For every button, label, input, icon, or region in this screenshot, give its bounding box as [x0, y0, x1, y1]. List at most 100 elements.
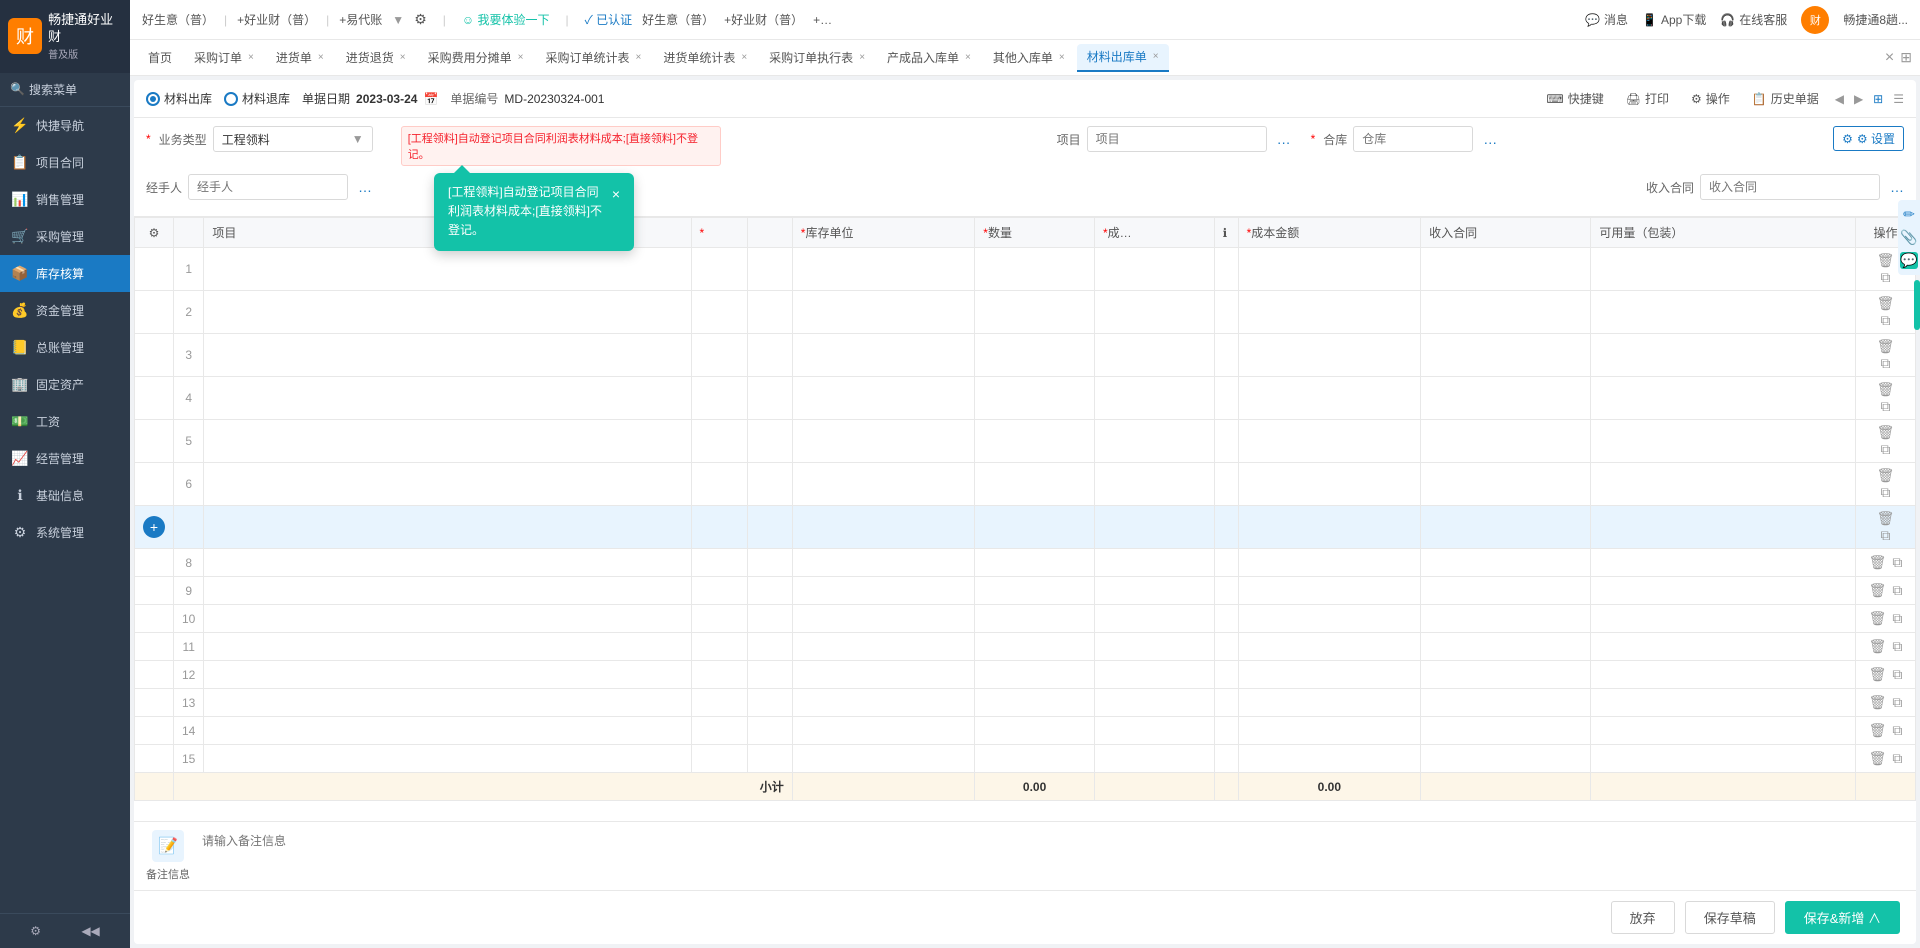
save-draft-button[interactable]: 保存草稿: [1685, 901, 1775, 934]
topbar-more[interactable]: +…: [813, 13, 832, 27]
topbar-link-goodbiz2[interactable]: 好生意（普）: [642, 11, 714, 28]
delete-row-btn[interactable]: 🗑: [1866, 610, 1890, 626]
right-panel-edit-icon[interactable]: ✏: [1900, 206, 1918, 223]
tab-inbound-return[interactable]: 进货退货×: [336, 44, 416, 72]
topbar-message[interactable]: 💬 消息: [1585, 11, 1628, 28]
row-material[interactable]: [691, 463, 748, 506]
row-income-contract[interactable]: [1421, 334, 1591, 377]
row-cost-price[interactable]: [1094, 506, 1214, 549]
row-qty[interactable]: [975, 377, 1095, 420]
row-unit[interactable]: [792, 248, 975, 291]
tab-purchase-fee[interactable]: 采购费用分摊单×: [418, 44, 534, 72]
row-cost-price[interactable]: [1094, 377, 1214, 420]
row-qty[interactable]: [975, 248, 1095, 291]
copy-row-btn[interactable]: ⧉: [1889, 554, 1905, 570]
delete-row-btn[interactable]: 🗑: [1874, 381, 1898, 397]
copy-row-btn[interactable]: ⧉: [1878, 441, 1894, 457]
copy-row-btn[interactable]: ⧉: [1889, 694, 1905, 710]
sidebar-item-operations[interactable]: 📈 经营管理: [0, 440, 130, 477]
row-material[interactable]: [691, 420, 748, 463]
sidebar-item-ledger[interactable]: 📒 总账管理: [0, 329, 130, 366]
tab-close-icon[interactable]: ×: [400, 52, 406, 63]
warehouse-ellipsis[interactable]: …: [1483, 131, 1497, 147]
copy-row-btn[interactable]: ⧉: [1889, 666, 1905, 682]
shortcut-key-btn[interactable]: ⌨ 快捷键: [1540, 88, 1609, 109]
sidebar-item-search[interactable]: 🔍 搜索菜单: [0, 73, 130, 107]
topbar-link-goodbiz[interactable]: 好生意（普）: [142, 11, 214, 28]
copy-row-btn[interactable]: ⧉: [1889, 582, 1905, 598]
row-unit[interactable]: [792, 420, 975, 463]
radio-material-out[interactable]: 材料出库: [146, 90, 212, 107]
row-unit[interactable]: [792, 506, 975, 549]
biz-type-select[interactable]: 工程领料 ▼: [213, 126, 373, 152]
topbar-try-link[interactable]: ☺ 我要体验一下: [462, 11, 550, 28]
sidebar-item-quicknav[interactable]: ⚡ 快捷导航: [0, 107, 130, 144]
copy-row-btn[interactable]: ⧉: [1878, 355, 1894, 371]
tooltip-close-btn[interactable]: ×: [612, 183, 620, 205]
row-qty[interactable]: [975, 291, 1095, 334]
right-panel-comment-icon[interactable]: 💬: [1900, 252, 1918, 269]
tab-purchase-stats[interactable]: 采购订单统计表×: [535, 44, 651, 72]
row-unit[interactable]: [792, 334, 975, 377]
delete-row-btn[interactable]: 🗑: [1874, 424, 1898, 440]
next-record-icon[interactable]: ▶: [1854, 92, 1863, 106]
row-cost-amount[interactable]: [1238, 334, 1421, 377]
row-project[interactable]: [204, 291, 691, 334]
operations-btn[interactable]: ⚙ 操作: [1685, 88, 1736, 109]
row-project[interactable]: [204, 463, 691, 506]
row-material[interactable]: [691, 248, 748, 291]
row-spec[interactable]: [748, 420, 793, 463]
tab-close-icon[interactable]: ×: [635, 52, 641, 63]
sidebar-item-basic[interactable]: ℹ 基础信息: [0, 477, 130, 514]
row-cost-price[interactable]: [1094, 291, 1214, 334]
copy-row-btn[interactable]: ⧉: [1889, 610, 1905, 626]
delete-row-btn[interactable]: 🗑: [1874, 252, 1898, 268]
row-cost-price[interactable]: [1094, 420, 1214, 463]
tab-close-icon[interactable]: ×: [741, 52, 747, 63]
row-qty[interactable]: [975, 334, 1095, 377]
income-contract-input[interactable]: [1700, 174, 1880, 200]
row-cost-amount[interactable]: [1238, 420, 1421, 463]
delete-row-btn[interactable]: 🗑: [1866, 554, 1890, 570]
row-spec[interactable]: [748, 334, 793, 377]
row-input-cell[interactable]: [174, 506, 204, 549]
row-income-contract[interactable]: [1421, 377, 1591, 420]
radio-material-return[interactable]: 材料退库: [224, 90, 290, 107]
handler-ellipsis[interactable]: …: [358, 179, 372, 195]
row-project[interactable]: [204, 420, 691, 463]
row-income-contract[interactable]: [1421, 248, 1591, 291]
row-income-contract[interactable]: [1421, 506, 1591, 549]
warehouse-input[interactable]: [1353, 126, 1473, 152]
row-material[interactable]: [691, 506, 748, 549]
copy-row-btn[interactable]: ⧉: [1889, 638, 1905, 654]
print-btn[interactable]: 🖨 打印: [1620, 88, 1675, 109]
row-unit[interactable]: [792, 291, 975, 334]
sidebar-item-system[interactable]: ⚙ 系统管理: [0, 514, 130, 551]
delete-row-btn[interactable]: 🗑: [1874, 510, 1898, 526]
row-cost-amount[interactable]: [1238, 463, 1421, 506]
row-project[interactable]: [204, 334, 691, 377]
delete-row-btn[interactable]: 🗑: [1866, 666, 1890, 682]
delete-row-btn[interactable]: 🗑: [1866, 750, 1890, 766]
row-input-cell-2[interactable]: [204, 506, 691, 549]
row-spec[interactable]: [748, 248, 793, 291]
history-btn[interactable]: 📋 历史单据: [1746, 88, 1825, 109]
copy-row-btn[interactable]: ⧉: [1889, 722, 1905, 738]
prev-record-icon[interactable]: ◀: [1835, 92, 1844, 106]
tab-close-icon[interactable]: ×: [965, 52, 971, 63]
handler-input[interactable]: [188, 174, 348, 200]
settings-icon[interactable]: ⚙: [30, 924, 41, 938]
topbar-settings-icon[interactable]: ⚙: [414, 11, 427, 28]
topbar-link-agency[interactable]: +易代账: [339, 11, 382, 28]
row-project[interactable]: [204, 248, 691, 291]
user-avatar[interactable]: 财: [1801, 6, 1829, 34]
sidebar-item-purchase[interactable]: 🛒 采购管理: [0, 218, 130, 255]
tab-close-icon[interactable]: ×: [518, 52, 524, 63]
tab-inbound[interactable]: 进货单×: [266, 44, 334, 72]
sidebar-item-salary[interactable]: 💵 工资: [0, 403, 130, 440]
save-new-button[interactable]: 保存&新增 ∧: [1785, 901, 1900, 934]
tab-inbound-stats[interactable]: 进货单统计表×: [653, 44, 757, 72]
row-cost-amount[interactable]: [1238, 506, 1421, 549]
add-row-btn[interactable]: +: [143, 516, 165, 538]
delete-row-btn[interactable]: 🗑: [1874, 295, 1898, 311]
